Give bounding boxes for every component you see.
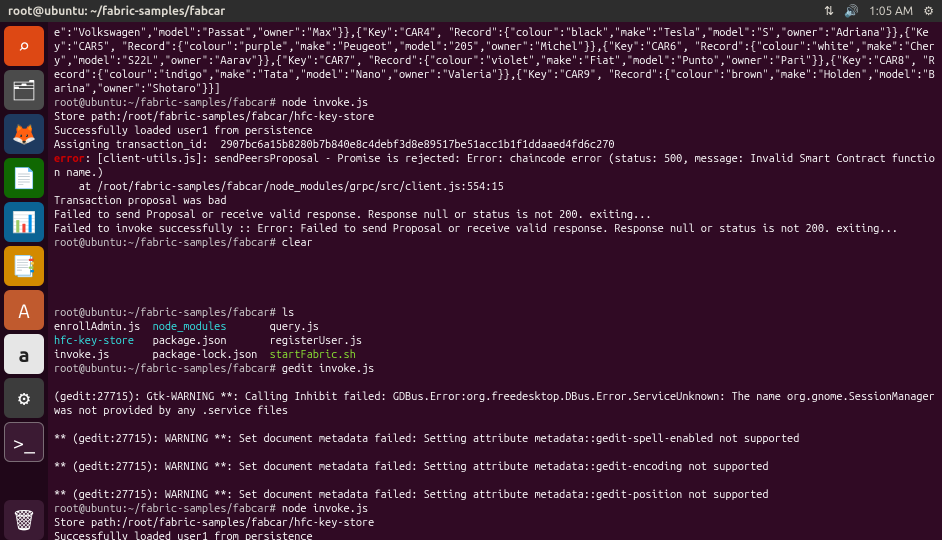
window-title: root@ubuntu: ~/fabric-samples/fabcar <box>8 5 824 18</box>
network-icon[interactable]: ⇅ <box>824 4 834 18</box>
ls-file: package.json registerUser.js <box>134 335 362 347</box>
libreoffice-writer-icon[interactable]: 📄 <box>4 158 44 198</box>
files-icon[interactable]: 🗂 <box>4 70 44 110</box>
prompt: root@ubuntu:~/fabric-samples/fabcar# <box>54 307 276 319</box>
prompt: root@ubuntu:~/fabric-samples/fabcar# <box>54 503 276 515</box>
command: clear <box>276 237 313 249</box>
terminal-icon[interactable]: >_ <box>4 422 44 462</box>
system-tray: ⇅ 🔊 1:05 AM ⚙ <box>824 4 934 18</box>
ls-file: invoke.js package-lock.json <box>54 349 270 361</box>
trash-icon[interactable]: 🗑 <box>4 500 44 540</box>
libreoffice-calc-icon[interactable]: 📊 <box>4 202 44 242</box>
output-line: Transaction proposal was bad <box>54 195 226 207</box>
command: gedit invoke.js <box>276 363 375 375</box>
dash-icon[interactable]: ⌕ <box>4 26 44 66</box>
output-line: : [client-utils.js]: sendPeersProposal -… <box>54 153 935 179</box>
ls-dir: hfc-key-store <box>54 335 134 347</box>
output-line: Assigning transaction_id: 2907bc6a15b828… <box>54 139 615 151</box>
error-label: error <box>54 153 85 165</box>
output-line: Failed to invoke successfully :: Error: … <box>54 223 898 235</box>
settings-icon[interactable]: ⚙ <box>4 378 44 418</box>
output-line: Failed to send Proposal or receive valid… <box>54 209 652 221</box>
command: node invoke.js <box>276 503 368 515</box>
output-line: Store path:/root/fabric-samples/fabcar/h… <box>54 517 374 529</box>
output-line: Store path:/root/fabric-samples/fabcar/h… <box>54 111 374 123</box>
output-line: ** (gedit:27715): WARNING **: Set docume… <box>54 489 769 501</box>
gear-icon[interactable]: ⚙ <box>923 4 934 18</box>
output-line: ** (gedit:27715): WARNING **: Set docume… <box>54 433 799 445</box>
prompt: root@ubuntu:~/fabric-samples/fabcar# <box>54 363 276 375</box>
unity-launcher: ⌕ 🗂 🦊 📄 📊 📑 A a ⚙ >_ 🗑 <box>0 22 48 540</box>
command: node invoke.js <box>276 97 368 109</box>
prompt: root@ubuntu:~/fabric-samples/fabcar# <box>54 97 276 109</box>
sound-icon[interactable]: 🔊 <box>844 4 859 18</box>
amazon-icon[interactable]: a <box>4 334 44 374</box>
libreoffice-impress-icon[interactable]: 📑 <box>4 246 44 286</box>
top-menu-bar: root@ubuntu: ~/fabric-samples/fabcar ⇅ 🔊… <box>0 0 942 22</box>
output-line: (gedit:27715): Gtk-WARNING **: Calling I… <box>54 391 941 417</box>
ls-file: enrollAdmin.js <box>54 321 153 333</box>
output-line: Successfully loaded user1 from persisten… <box>54 125 313 137</box>
ls-exec: startFabric.sh <box>270 349 356 361</box>
ls-dir: node_modules <box>153 321 227 333</box>
output-line: e":"Volkswagen","model":"Passat","owner"… <box>54 27 935 95</box>
clock[interactable]: 1:05 AM <box>869 5 913 18</box>
output-line: Successfully loaded user1 from persisten… <box>54 531 313 540</box>
command: ls <box>276 307 294 319</box>
output-line: at /root/fabric-samples/fabcar/node_modu… <box>54 181 504 193</box>
ubuntu-software-icon[interactable]: A <box>4 290 44 330</box>
firefox-icon[interactable]: 🦊 <box>4 114 44 154</box>
terminal-output[interactable]: e":"Volkswagen","model":"Passat","owner"… <box>48 22 942 540</box>
prompt: root@ubuntu:~/fabric-samples/fabcar# <box>54 237 276 249</box>
ls-file: query.js <box>226 321 318 333</box>
output-line: ** (gedit:27715): WARNING **: Set docume… <box>54 461 769 473</box>
